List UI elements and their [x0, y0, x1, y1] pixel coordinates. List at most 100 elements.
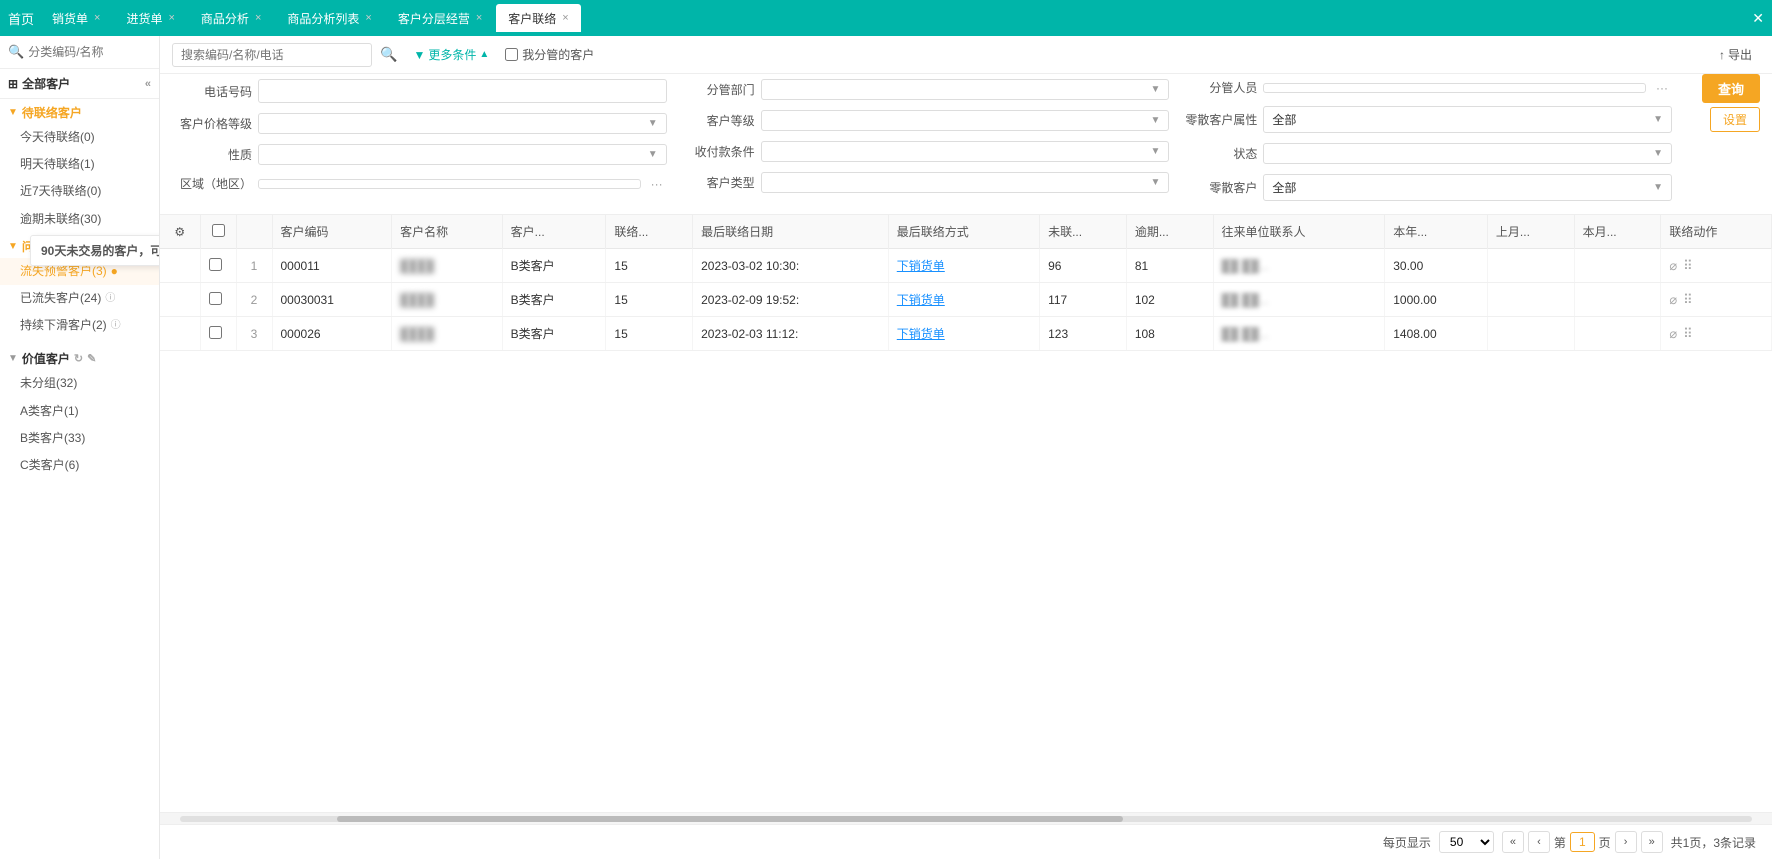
tab-analysis-close[interactable]: ×	[255, 12, 261, 24]
manager-dots[interactable]: ···	[1652, 81, 1672, 95]
status-select[interactable]: ▼	[1263, 143, 1672, 164]
contact-icon-2[interactable]: ⌀	[1669, 326, 1677, 342]
sidebar-item-tomorrow[interactable]: 明天待联络(1)	[0, 151, 159, 178]
filter-search-icon[interactable]: 🔍	[380, 46, 397, 63]
sidebar-group-pending[interactable]: ▼ 待联络客户	[0, 99, 159, 124]
settings-button[interactable]: 设置	[1710, 107, 1760, 132]
sidebar-item-overdue[interactable]: 逾期未联络(30)	[0, 206, 159, 233]
td-overdue-0: 81	[1126, 249, 1213, 283]
th-this-year[interactable]: 本年...	[1385, 215, 1488, 249]
th-last-contact-method[interactable]: 最后联络方式	[888, 215, 1039, 249]
window-close-btn[interactable]: ✕	[1752, 10, 1764, 27]
tab-customer-layer-close[interactable]: ×	[476, 12, 482, 24]
value-group-edit[interactable]: ✎	[87, 352, 96, 365]
tab-purchase[interactable]: 进货单 ×	[114, 4, 186, 32]
tab-customer-contact[interactable]: 客户联络 ×	[496, 4, 580, 32]
page-next-btn[interactable]: ›	[1615, 831, 1637, 853]
export-btn[interactable]: ↑ 导出	[1711, 42, 1760, 67]
tab-sales-close[interactable]: ×	[94, 12, 100, 24]
row-checkbox-1[interactable]	[209, 292, 222, 305]
my-customers-checkbox-label[interactable]: 我分管的客户	[505, 46, 594, 63]
phone-input[interactable]	[258, 79, 667, 103]
page-last-btn[interactable]: »	[1641, 831, 1663, 853]
page-prev-btn[interactable]: ‹	[1528, 831, 1550, 853]
th-last-month[interactable]: 上月...	[1487, 215, 1574, 249]
sidebar-item-churned[interactable]: 已流失客户(24) ⓘ	[0, 285, 159, 312]
horizontal-scrollbar[interactable]	[160, 812, 1772, 824]
page-first-btn[interactable]: «	[1502, 831, 1524, 853]
sidebar-group-value[interactable]: ▼ 价值客户 ↻ ✎	[0, 345, 159, 370]
value-group-refresh[interactable]: ↻	[74, 352, 83, 365]
td-last-method-1[interactable]: 下销货单	[888, 283, 1039, 317]
tab-sales[interactable]: 销货单 ×	[40, 4, 112, 32]
retail-customer-select[interactable]: 全部 ▼	[1263, 174, 1672, 201]
td-checkbox-0[interactable]	[200, 249, 236, 283]
th-checkbox[interactable]	[200, 215, 236, 249]
row-checkbox-0[interactable]	[209, 258, 222, 271]
th-type[interactable]: 客户...	[502, 215, 606, 249]
tab-purchase-close[interactable]: ×	[168, 12, 174, 24]
th-uncontact[interactable]: 未联...	[1040, 215, 1127, 249]
dept-select[interactable]: ▼	[761, 79, 1170, 100]
action-icons-1: ⌀ ⠿	[1669, 292, 1763, 308]
contact-icon-0[interactable]: ⌀	[1669, 258, 1677, 274]
th-code[interactable]: 客户编码	[272, 215, 392, 249]
my-customers-checkbox[interactable]	[505, 48, 518, 61]
more-conditions-btn[interactable]: ▼ 更多条件 ▲	[405, 42, 497, 67]
last-method-link-2[interactable]: 下销货单	[897, 327, 945, 341]
customer-level-select[interactable]: ▼	[761, 110, 1170, 131]
gear-icon[interactable]: ⚙	[174, 225, 185, 239]
retail-attr-select[interactable]: 全部 ▼	[1263, 106, 1672, 133]
more-icon-2[interactable]: ⠿	[1683, 326, 1693, 342]
filter-search-input[interactable]	[172, 43, 372, 67]
sidebar-item-declining[interactable]: 持续下滑客户(2) ⓘ	[0, 312, 159, 339]
tab-analysis-list[interactable]: 商品分析列表 ×	[275, 4, 383, 32]
contact-icon-1[interactable]: ⌀	[1669, 292, 1677, 308]
tab-customer-layer[interactable]: 客户分层经营 ×	[386, 4, 494, 32]
sidebar-collapse-btn[interactable]: «	[145, 78, 151, 90]
sidebar-item-c-class[interactable]: C类客户(6)	[0, 452, 159, 479]
tab-customer-contact-close[interactable]: ×	[562, 12, 568, 24]
page-size-select[interactable]: 50 20 100	[1439, 831, 1494, 853]
manager-select[interactable]	[1263, 83, 1646, 93]
th-unit-contact[interactable]: 往来单位联系人	[1213, 215, 1385, 249]
sidebar-item-ungrouped[interactable]: 未分组(32)	[0, 370, 159, 397]
th-overdue[interactable]: 逾期...	[1126, 215, 1213, 249]
gender-select[interactable]: ▼	[258, 144, 667, 165]
customer-type-select[interactable]: ▼	[761, 172, 1170, 193]
last-method-link-0[interactable]: 下销货单	[897, 259, 945, 273]
last-method-link-1[interactable]: 下销货单	[897, 293, 945, 307]
sidebar-item-a-class[interactable]: A类客户(1)	[0, 398, 159, 425]
query-button[interactable]: 查询	[1702, 74, 1760, 103]
payment-select[interactable]: ▼	[761, 141, 1170, 162]
sidebar-group-problem[interactable]: ▼ 问题客户 90天未交易的客户，可能有流失风险。	[0, 233, 159, 258]
more-icon-0[interactable]: ⠿	[1683, 258, 1693, 274]
td-last-method-2[interactable]: 下销货单	[888, 317, 1039, 351]
region-select[interactable]	[258, 179, 641, 189]
sidebar-item-7days[interactable]: 近7天待联络(0)	[0, 178, 159, 205]
tab-home[interactable]: 首页	[8, 9, 34, 28]
filter-icon: ▼	[413, 48, 425, 62]
sidebar-item-today[interactable]: 今天待联络(0)	[0, 124, 159, 151]
sidebar-item-b-class[interactable]: B类客户(33)	[0, 425, 159, 452]
sidebar-all-customers[interactable]: ⊞ 全部客户 «	[0, 69, 159, 99]
sidebar-search-input[interactable]	[28, 45, 160, 59]
scrollbar-thumb[interactable]	[337, 816, 1123, 822]
select-all-checkbox[interactable]	[212, 224, 225, 237]
scrollbar-track[interactable]	[180, 816, 1752, 822]
tab-analysis-list-close[interactable]: ×	[365, 12, 371, 24]
th-gear[interactable]: ⚙	[160, 215, 200, 249]
th-last-contact-date[interactable]: 最后联络日期	[693, 215, 889, 249]
td-code-1: 00030031	[272, 283, 392, 317]
region-dots[interactable]: ···	[647, 177, 667, 191]
td-checkbox-1[interactable]	[200, 283, 236, 317]
th-name[interactable]: 客户名称	[392, 215, 503, 249]
td-last-method-0[interactable]: 下销货单	[888, 249, 1039, 283]
tab-analysis[interactable]: 商品分析 ×	[189, 4, 273, 32]
row-checkbox-2[interactable]	[209, 326, 222, 339]
th-contact[interactable]: 联络...	[606, 215, 693, 249]
price-select[interactable]: ▼	[258, 113, 667, 134]
td-checkbox-2[interactable]	[200, 317, 236, 351]
th-this-month[interactable]: 本月...	[1574, 215, 1661, 249]
more-icon-1[interactable]: ⠿	[1683, 292, 1693, 308]
